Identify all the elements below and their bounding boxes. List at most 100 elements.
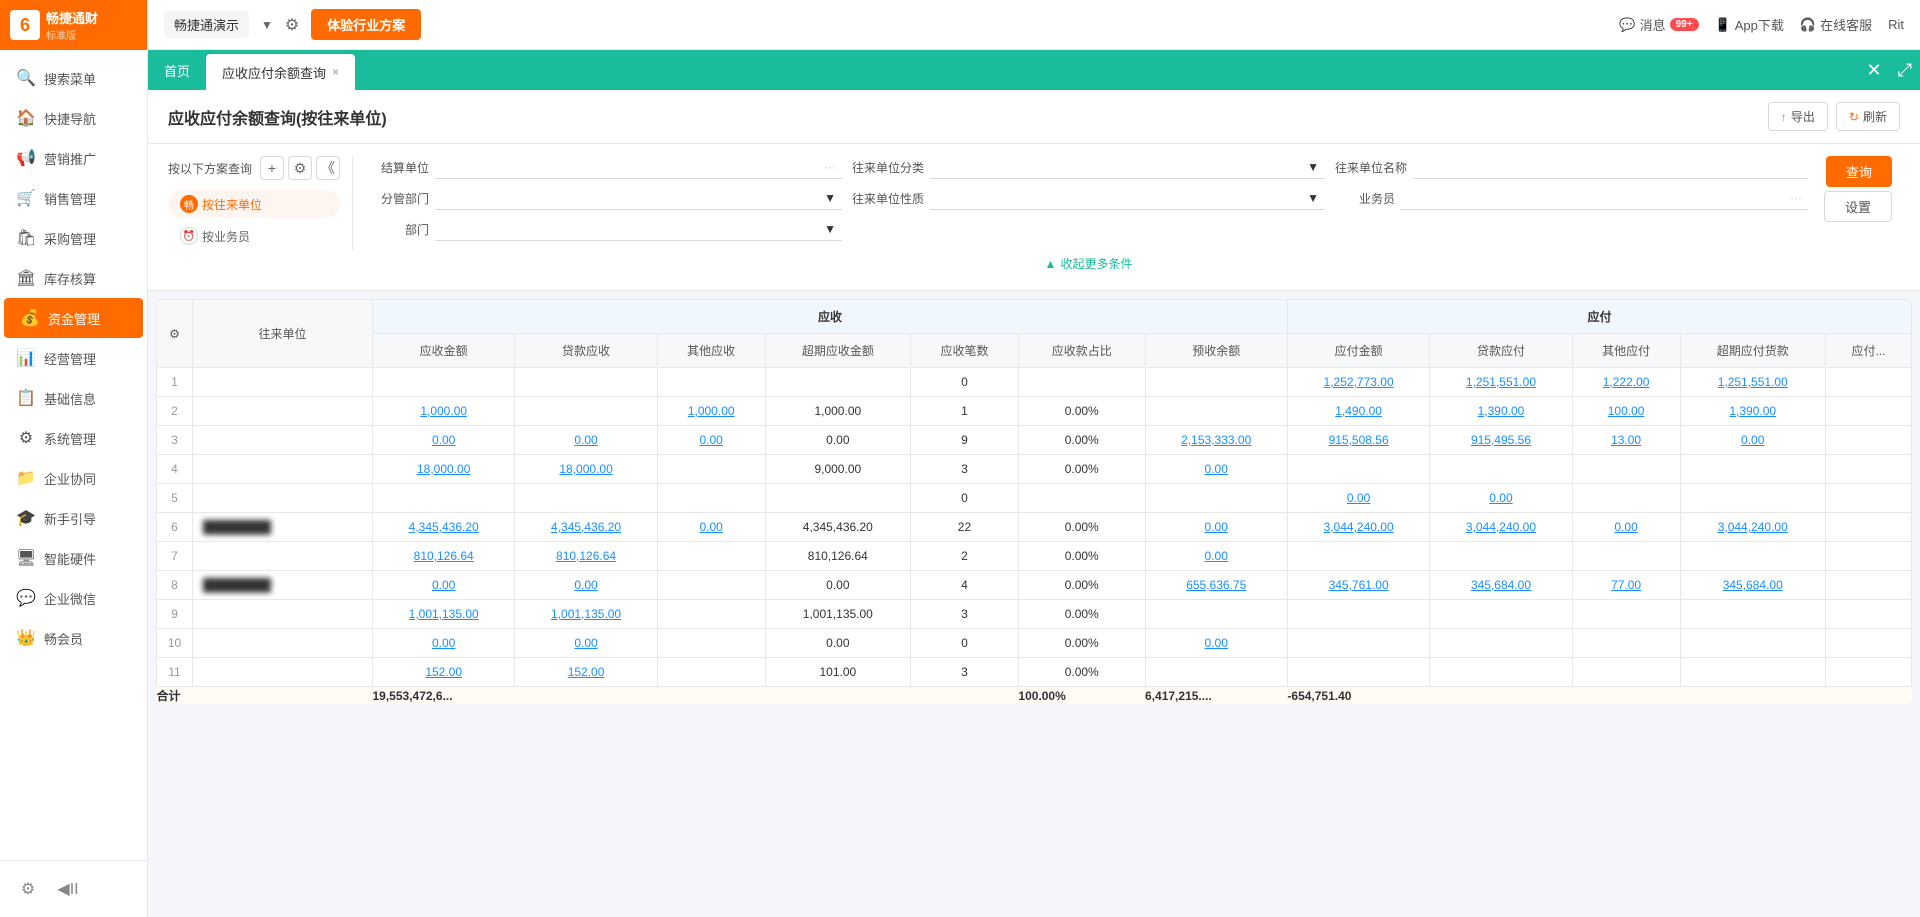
row-cell[interactable]: 0.00 [1680,426,1825,455]
row-cell[interactable] [657,658,765,687]
row-cell[interactable]: 345,684.00 [1430,571,1572,600]
row-cell[interactable] [657,542,765,571]
row-cell[interactable]: 915,495.56 [1430,426,1572,455]
row-cell[interactable]: 1,001,135.00 [515,600,657,629]
row-cell[interactable] [1145,658,1287,687]
col-settings-header[interactable]: ⚙ [157,300,193,368]
row-cell[interactable] [373,368,515,397]
row-cell[interactable]: 0.00 [515,426,657,455]
row-cell[interactable]: 3,044,240.00 [1430,513,1572,542]
row-cell[interactable] [1430,629,1572,658]
row-cell[interactable]: 4,345,436.20 [373,513,515,542]
row-cell[interactable] [1287,455,1429,484]
row-cell[interactable]: 77.00 [1572,571,1680,600]
row-cell[interactable]: 4,345,436.20 [515,513,657,542]
row-cell[interactable] [1287,629,1429,658]
row-cell[interactable]: 18,000.00 [373,455,515,484]
row-cell[interactable]: 13.00 [1572,426,1680,455]
company-dropdown-icon[interactable]: ▼ [261,18,273,32]
sidebar-item-shortcut[interactable]: 🏠 快捷导航 [0,98,147,138]
row-cell[interactable]: 345,684.00 [1680,571,1825,600]
row-cell[interactable]: 0.00 [1430,484,1572,513]
row-cell[interactable] [1572,542,1680,571]
row-cell[interactable]: 0.00 [1145,455,1287,484]
fenguan-select[interactable]: ▼ [435,187,842,210]
row-cell[interactable] [1145,368,1287,397]
row-cell[interactable]: 1,390.00 [1430,397,1572,426]
sidebar-item-guide[interactable]: 🎓 新手引导 [0,498,147,538]
row-cell[interactable] [515,397,657,426]
row-cell[interactable] [1572,484,1680,513]
row-cell[interactable]: 345,761.00 [1287,571,1429,600]
sidebar-item-wechat[interactable]: 💬 企业微信 [0,578,147,618]
row-cell[interactable]: 1,390.00 [1680,397,1825,426]
sidebar-item-corp[interactable]: 📁 企业协同 [0,458,147,498]
row-cell[interactable]: 0.00 [373,629,515,658]
row-cell[interactable] [1572,455,1680,484]
wanglai-name-input[interactable] [1413,156,1808,179]
refresh-button[interactable]: ↻ 刷新 [1836,102,1900,131]
row-cell[interactable] [1680,542,1825,571]
sidebar-item-finance[interactable]: 💰 资金管理 [4,298,143,338]
row-cell[interactable] [1680,658,1825,687]
row-cell[interactable]: 0.00 [515,629,657,658]
summary-ys-prepay[interactable]: 6,417,215.... [1145,687,1287,705]
row-cell[interactable] [657,629,765,658]
row-cell[interactable]: 1,251,551.00 [1680,368,1825,397]
row-cell[interactable]: 0.00 [1145,542,1287,571]
row-cell[interactable] [373,484,515,513]
row-cell[interactable] [657,455,765,484]
row-cell[interactable]: 0.00 [1145,629,1287,658]
row-cell[interactable]: 0.00 [373,426,515,455]
window-close-icon[interactable]: ✕ [1859,60,1890,81]
row-cell[interactable] [657,600,765,629]
row-cell[interactable]: 0.00 [1572,513,1680,542]
tab-home[interactable]: 首页 [148,50,206,90]
row-cell[interactable] [1680,600,1825,629]
row-cell[interactable]: 1,490.00 [1287,397,1429,426]
sidebar-item-search[interactable]: 🔍 搜索菜单 [0,58,147,98]
tab-receivable-query[interactable]: 应收应付余额查询 × [206,54,355,90]
row-cell[interactable] [1572,629,1680,658]
export-button[interactable]: ↑ 导出 [1768,102,1828,131]
row-cell[interactable] [1430,455,1572,484]
wanglai-fen-select[interactable]: ▼ [930,156,1325,179]
row-cell[interactable]: 0.00 [1145,513,1287,542]
sidebar-item-sales[interactable]: 🛒 销售管理 [0,178,147,218]
row-cell[interactable] [515,368,657,397]
row-cell[interactable]: 0.00 [1287,484,1429,513]
sidebar-item-system[interactable]: ⚙ 系统管理 [0,418,147,458]
filter-collapse-button[interactable]: 《 [316,156,340,180]
message-action[interactable]: 💬 消息 99+ [1619,15,1698,34]
row-cell[interactable]: 0.00 [657,513,765,542]
filter-settings-button[interactable]: ⚙ [288,156,312,180]
row-cell[interactable]: 152.00 [515,658,657,687]
bumen-select[interactable]: ▼ [435,218,842,241]
row-cell[interactable] [657,484,765,513]
row-cell[interactable] [1572,600,1680,629]
row-cell[interactable]: 3,044,240.00 [1287,513,1429,542]
row-cell[interactable]: 1,252,773.00 [1287,368,1429,397]
sidebar-collapse-button[interactable]: ◀II [52,873,84,905]
row-cell[interactable]: 915,508.56 [1287,426,1429,455]
row-cell[interactable]: 100.00 [1572,397,1680,426]
row-cell[interactable] [515,484,657,513]
row-cell[interactable]: 1,000.00 [373,397,515,426]
row-cell[interactable]: 2,153,333.00 [1145,426,1287,455]
summary-ys-total[interactable]: 19,553,472,6... [373,687,515,705]
user-name[interactable]: Rit [1888,17,1904,32]
row-cell[interactable]: 152.00 [373,658,515,687]
row-cell[interactable]: 810,126.64 [373,542,515,571]
row-cell[interactable] [1287,658,1429,687]
query-button[interactable]: 查询 [1826,156,1892,187]
topbar-gear-icon[interactable]: ⚙ [285,15,299,35]
sidebar-item-hardware[interactable]: 🖥 智能硬件 [0,538,147,578]
row-cell[interactable] [1430,542,1572,571]
row-cell[interactable]: 0.00 [373,571,515,600]
online-service-action[interactable]: 🎧 在线客服 [1800,15,1872,34]
row-cell[interactable] [1145,397,1287,426]
sidebar-item-purchase[interactable]: 🛍 采购管理 [0,218,147,258]
settings-button[interactable]: 设置 [1824,191,1892,222]
sidebar-item-operation[interactable]: 📊 经营管理 [0,338,147,378]
row-cell[interactable]: 810,126.64 [515,542,657,571]
